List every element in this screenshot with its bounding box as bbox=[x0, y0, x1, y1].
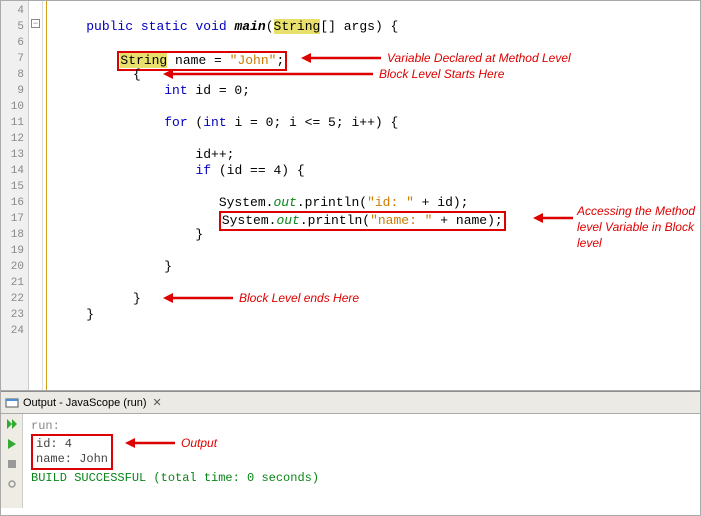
line-number: 14 bbox=[1, 163, 28, 179]
annotation-block-start: Block Level Starts Here bbox=[379, 66, 504, 82]
line-number: 10 bbox=[1, 99, 28, 115]
line-number: 18 bbox=[1, 227, 28, 243]
line-number: 8 bbox=[1, 67, 28, 83]
output-run: run: bbox=[31, 418, 692, 434]
run-icon[interactable] bbox=[5, 437, 19, 454]
line-gutter: 456789101112131415161718192021222324 bbox=[1, 1, 29, 390]
line-number: 5 bbox=[1, 19, 28, 35]
line-number: 6 bbox=[1, 35, 28, 51]
line-number: 12 bbox=[1, 131, 28, 147]
output-content[interactable]: run: id: 4name: John Output BUILD SUCCES… bbox=[23, 414, 700, 508]
line-number: 19 bbox=[1, 243, 28, 259]
code-area[interactable]: public static void main(String[] args) {… bbox=[47, 1, 700, 390]
line-number: 17 bbox=[1, 211, 28, 227]
output-build: BUILD SUCCESSFUL (total time: 0 seconds) bbox=[31, 470, 692, 486]
line-number: 16 bbox=[1, 195, 28, 211]
line-number: 20 bbox=[1, 259, 28, 275]
line-number: 21 bbox=[1, 275, 28, 291]
line-number: 9 bbox=[1, 83, 28, 99]
line-number: 15 bbox=[1, 179, 28, 195]
output-tab-label[interactable]: Output - JavaScope (run) bbox=[23, 397, 147, 409]
line-number: 22 bbox=[1, 291, 28, 307]
line-number: 11 bbox=[1, 115, 28, 131]
line-number: 7 bbox=[1, 51, 28, 67]
output-icon bbox=[5, 396, 19, 410]
output-panel: Output - JavaScope (run) ✕ run: id: 4nam… bbox=[1, 391, 700, 508]
annotation-var-decl: Variable Declared at Method Level bbox=[387, 50, 571, 66]
collapse-icon[interactable]: − bbox=[31, 19, 40, 28]
rerun-icon[interactable] bbox=[5, 417, 19, 434]
settings-icon[interactable] bbox=[5, 477, 19, 494]
output-tab-bar: Output - JavaScope (run) ✕ bbox=[1, 392, 700, 414]
output-box: id: 4name: John bbox=[31, 434, 113, 470]
fold-column[interactable]: − bbox=[29, 1, 43, 390]
annotation-output: Output bbox=[181, 435, 217, 451]
line-number: 13 bbox=[1, 147, 28, 163]
code-editor[interactable]: 456789101112131415161718192021222324 − p… bbox=[1, 1, 700, 391]
line-number: 4 bbox=[1, 3, 28, 19]
line-number: 23 bbox=[1, 307, 28, 323]
stop-icon[interactable] bbox=[5, 457, 19, 474]
line-number: 24 bbox=[1, 323, 28, 339]
annotation-block-end: Block Level ends Here bbox=[239, 290, 359, 306]
close-icon[interactable]: ✕ bbox=[153, 396, 162, 409]
output-toolbar bbox=[1, 414, 23, 508]
